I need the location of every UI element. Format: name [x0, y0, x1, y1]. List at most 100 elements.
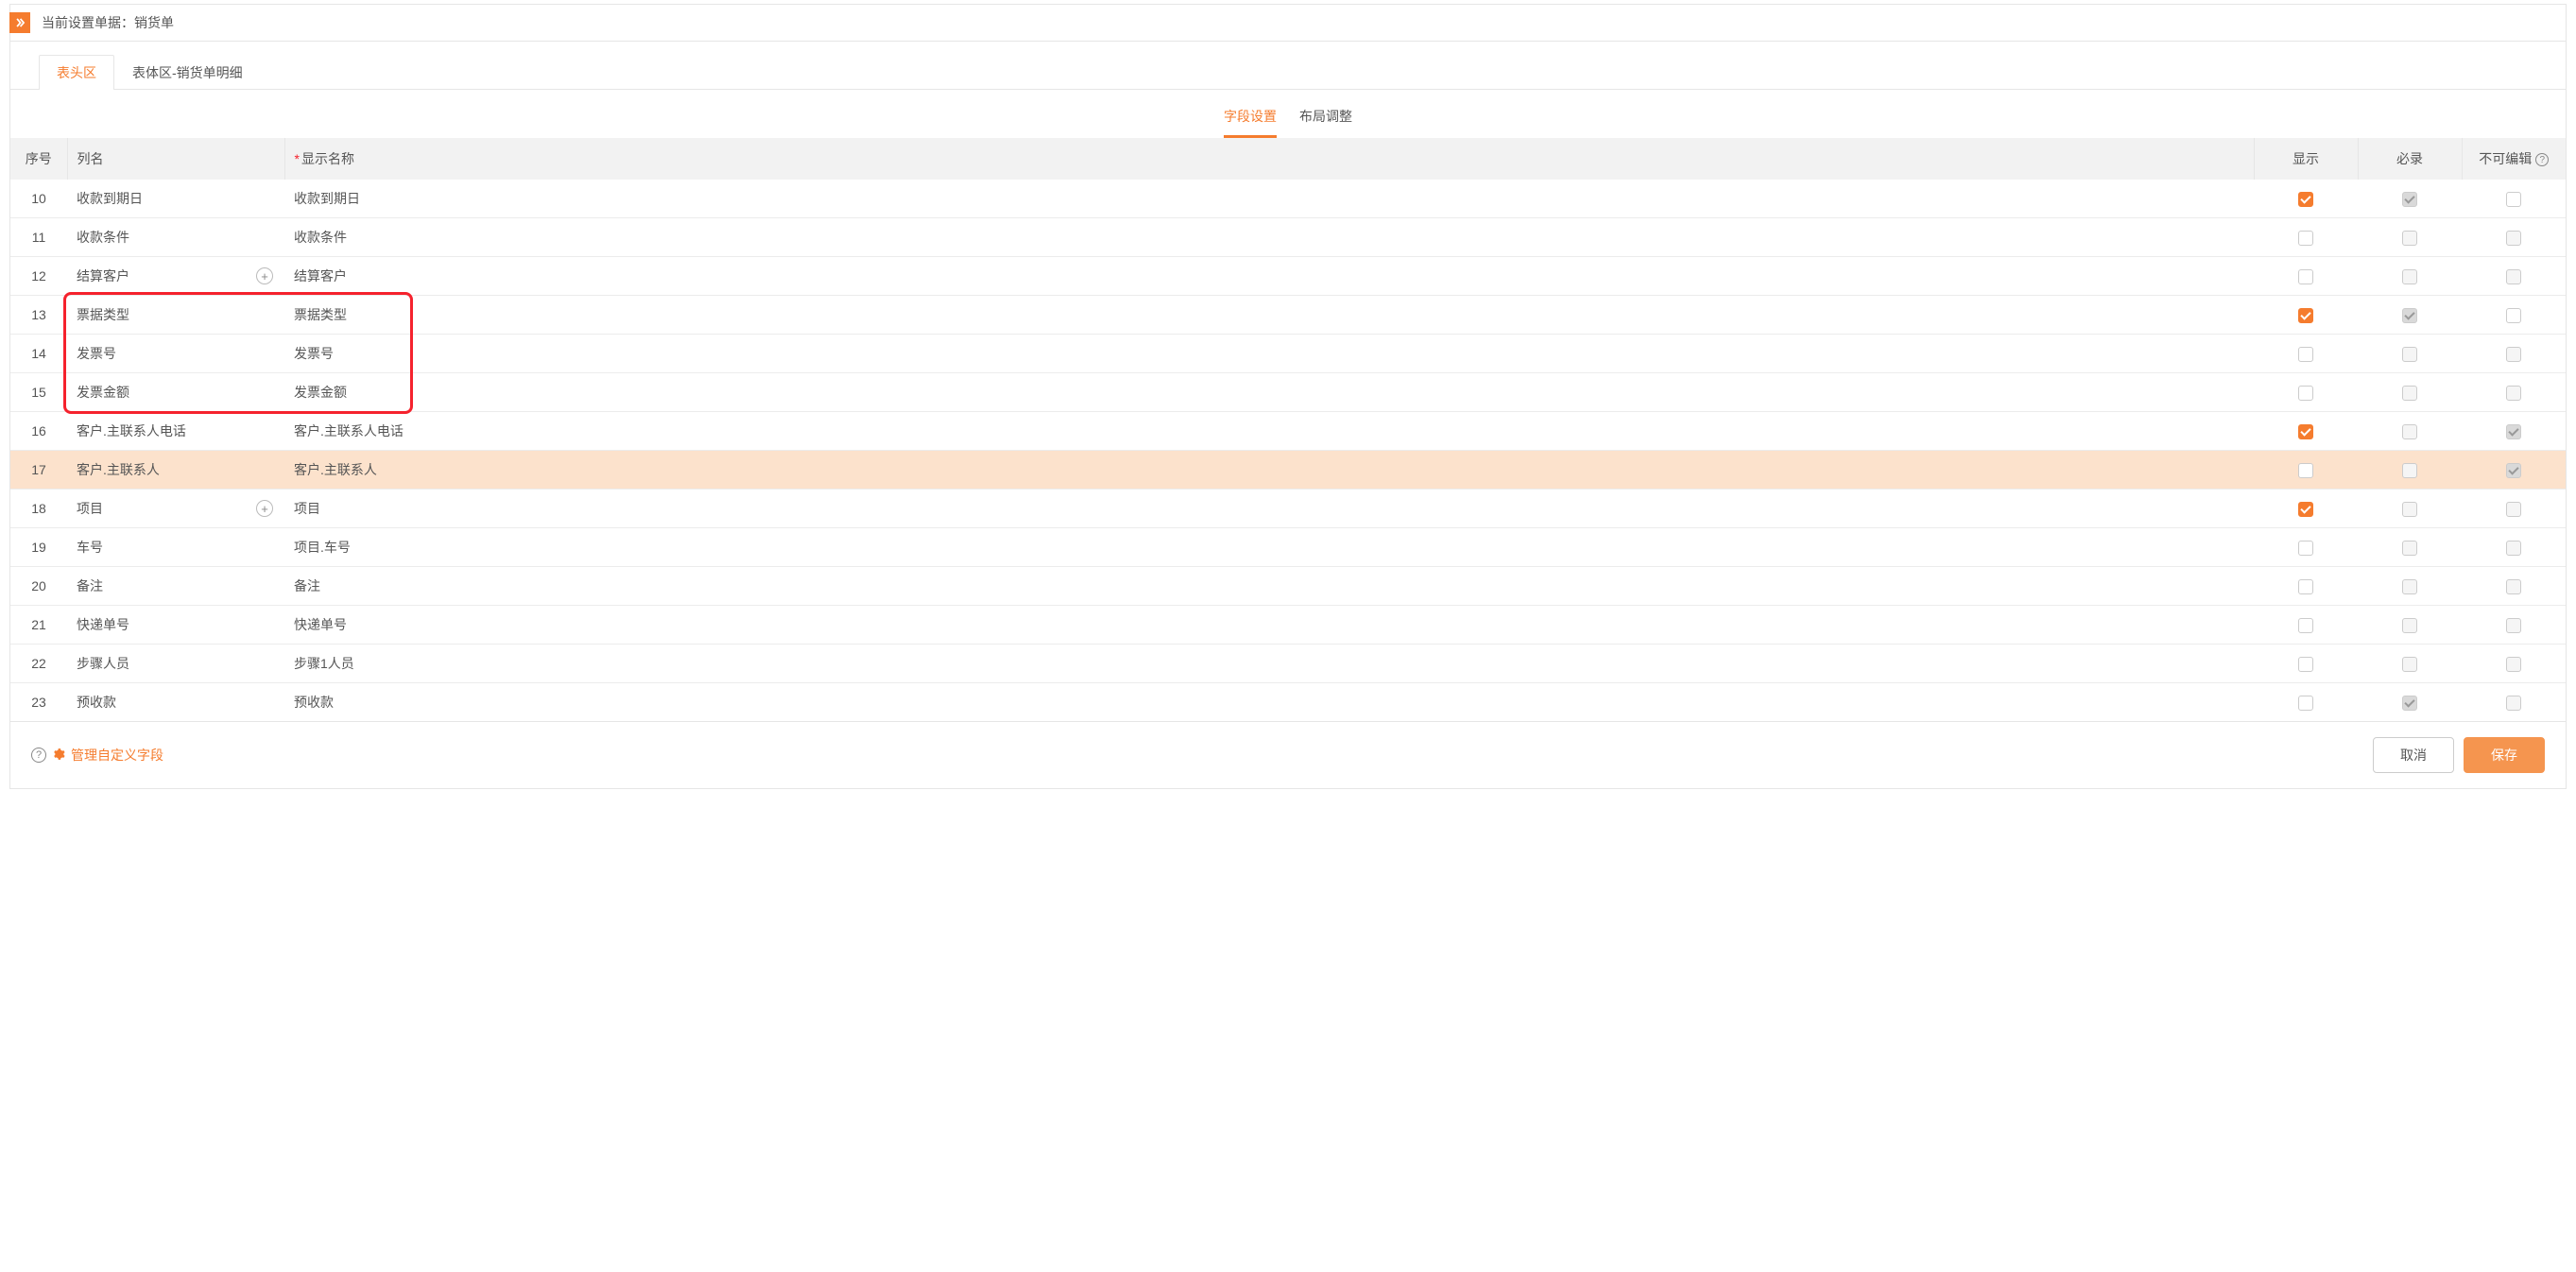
cell-locked	[2462, 606, 2566, 645]
cell-display-name[interactable]: 快递单号	[284, 606, 2254, 645]
cell-required	[2358, 490, 2462, 528]
expand-sidebar-button[interactable]	[9, 12, 30, 33]
help-icon[interactable]: ?	[31, 748, 46, 763]
th-seq: 序号	[10, 138, 67, 180]
checkbox-locked	[2506, 269, 2521, 284]
cell-seq: 13	[10, 296, 67, 335]
sub-tab-0[interactable]: 字段设置	[1224, 107, 1277, 138]
cell-show	[2254, 606, 2358, 645]
cell-seq: 19	[10, 528, 67, 567]
cell-name: 客户.主联系人	[67, 451, 284, 490]
checkbox-show[interactable]	[2298, 579, 2313, 594]
checkbox-required	[2402, 502, 2417, 517]
cell-required	[2358, 683, 2462, 722]
checkbox-show[interactable]	[2298, 269, 2313, 284]
checkbox-locked[interactable]	[2506, 192, 2521, 207]
table-row: 20备注备注	[10, 567, 2566, 606]
cell-locked	[2462, 683, 2566, 722]
cell-show	[2254, 335, 2358, 373]
checkbox-locked[interactable]	[2506, 308, 2521, 323]
checkbox-locked	[2506, 463, 2521, 478]
checkbox-required	[2402, 192, 2417, 207]
cell-display-name[interactable]: 收款条件	[284, 218, 2254, 257]
plus-icon[interactable]: +	[256, 267, 273, 284]
cell-required	[2358, 528, 2462, 567]
th-name: 列名	[67, 138, 284, 180]
th-required: 必录	[2358, 138, 2462, 180]
cell-seq: 20	[10, 567, 67, 606]
cell-seq: 14	[10, 335, 67, 373]
cell-name: 收款条件	[67, 218, 284, 257]
cell-required	[2358, 373, 2462, 412]
cell-display-name[interactable]: 备注	[284, 567, 2254, 606]
cell-show	[2254, 567, 2358, 606]
cell-locked	[2462, 645, 2566, 683]
checkbox-show[interactable]	[2298, 618, 2313, 633]
cell-display-name[interactable]: 客户.主联系人电话	[284, 412, 2254, 451]
checkbox-show[interactable]	[2298, 192, 2313, 207]
cell-required	[2358, 296, 2462, 335]
table-row: 16客户.主联系人电话客户.主联系人电话	[10, 412, 2566, 451]
checkbox-locked	[2506, 424, 2521, 439]
checkbox-show[interactable]	[2298, 502, 2313, 517]
cell-display-name[interactable]: 项目.车号	[284, 528, 2254, 567]
checkbox-required	[2402, 347, 2417, 362]
checkbox-required	[2402, 579, 2417, 594]
checkbox-required	[2402, 386, 2417, 401]
sub-tab-1[interactable]: 布局调整	[1299, 107, 1352, 138]
help-icon[interactable]: ?	[2535, 153, 2549, 166]
footer: ? 管理自定义字段 取消 保存	[9, 722, 2567, 789]
cell-display-name[interactable]: 票据类型	[284, 296, 2254, 335]
cell-locked	[2462, 412, 2566, 451]
checkbox-show[interactable]	[2298, 347, 2313, 362]
th-locked: 不可编辑?	[2462, 138, 2566, 180]
checkbox-show[interactable]	[2298, 657, 2313, 672]
cell-name: 车号	[67, 528, 284, 567]
cell-display-name[interactable]: 步骤1人员	[284, 645, 2254, 683]
cell-display-name[interactable]: 结算客户	[284, 257, 2254, 296]
cancel-button[interactable]: 取消	[2373, 737, 2454, 773]
cell-locked	[2462, 490, 2566, 528]
tab-top-1[interactable]: 表体区-销货单明细	[114, 55, 261, 90]
table-row: 10收款到期日收款到期日	[10, 180, 2566, 218]
cell-seq: 10	[10, 180, 67, 218]
cell-display-name[interactable]: 客户.主联系人	[284, 451, 2254, 490]
plus-icon[interactable]: +	[256, 500, 273, 517]
cell-locked	[2462, 218, 2566, 257]
cell-seq: 18	[10, 490, 67, 528]
cell-name: 收款到期日	[67, 180, 284, 218]
checkbox-show[interactable]	[2298, 231, 2313, 246]
cell-locked	[2462, 528, 2566, 567]
checkbox-show[interactable]	[2298, 541, 2313, 556]
field-table: 序号 列名 *显示名称 显示 必录 不可编辑? 10收款到期日收款到期日11收款…	[9, 138, 2567, 722]
save-button[interactable]: 保存	[2464, 737, 2545, 773]
cell-name: 发票金额	[67, 373, 284, 412]
cell-name: 项目+	[67, 490, 284, 528]
manage-custom-fields-link[interactable]: 管理自定义字段	[71, 746, 163, 765]
cell-name: 票据类型	[67, 296, 284, 335]
cell-locked	[2462, 373, 2566, 412]
cell-required	[2358, 412, 2462, 451]
table-row: 21快递单号快递单号	[10, 606, 2566, 645]
checkbox-show[interactable]	[2298, 308, 2313, 323]
checkbox-locked	[2506, 231, 2521, 246]
cell-display-name[interactable]: 预收款	[284, 683, 2254, 722]
cell-seq: 11	[10, 218, 67, 257]
cell-show	[2254, 373, 2358, 412]
checkbox-show[interactable]	[2298, 424, 2313, 439]
checkbox-show[interactable]	[2298, 463, 2313, 478]
cell-locked	[2462, 180, 2566, 218]
cell-display-name[interactable]: 发票金额	[284, 373, 2254, 412]
tab-top-0[interactable]: 表头区	[39, 55, 114, 90]
cell-seq: 23	[10, 683, 67, 722]
checkbox-required	[2402, 269, 2417, 284]
table-row: 23预收款预收款	[10, 683, 2566, 722]
cell-display-name[interactable]: 收款到期日	[284, 180, 2254, 218]
checkbox-show[interactable]	[2298, 386, 2313, 401]
table-row: 14发票号发票号	[10, 335, 2566, 373]
cell-display-name[interactable]: 项目	[284, 490, 2254, 528]
cell-name: 预收款	[67, 683, 284, 722]
checkbox-show[interactable]	[2298, 696, 2313, 711]
cell-display-name[interactable]: 发票号	[284, 335, 2254, 373]
cell-show	[2254, 683, 2358, 722]
